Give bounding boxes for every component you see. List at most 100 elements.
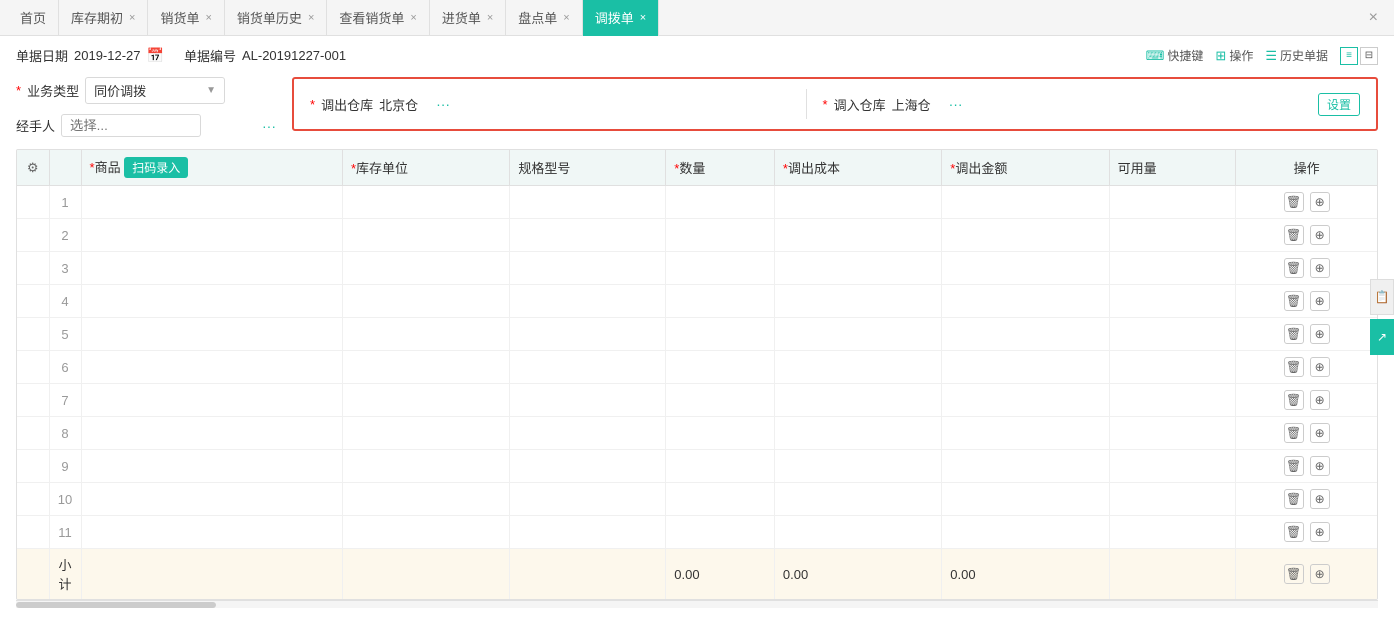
settings-col-header[interactable]: ⚙ bbox=[17, 150, 49, 186]
row-spec[interactable] bbox=[510, 516, 666, 549]
row-qty[interactable] bbox=[666, 285, 775, 318]
row-available[interactable] bbox=[1109, 252, 1236, 285]
delete-row-icon[interactable]: 🗑 bbox=[1284, 192, 1304, 212]
tab-transfer[interactable]: 调拨单 × bbox=[583, 0, 659, 36]
row-available[interactable] bbox=[1109, 516, 1236, 549]
row-cost[interactable] bbox=[774, 252, 941, 285]
copy-row-icon[interactable]: ⊕ bbox=[1310, 258, 1330, 278]
tab-inventory-init-close[interactable]: × bbox=[129, 12, 135, 24]
row-unit[interactable] bbox=[342, 450, 509, 483]
row-product[interactable] bbox=[81, 351, 342, 384]
row-unit[interactable] bbox=[342, 318, 509, 351]
row-product[interactable] bbox=[81, 318, 342, 351]
row-qty[interactable] bbox=[666, 384, 775, 417]
layout-grid-icon[interactable]: ⊟ bbox=[1360, 47, 1378, 65]
row-product[interactable] bbox=[81, 186, 342, 219]
row-available[interactable] bbox=[1109, 219, 1236, 252]
row-amount[interactable] bbox=[942, 285, 1109, 318]
tab-sales-history[interactable]: 销货单历史 × bbox=[225, 0, 327, 36]
subtotal-delete-icon[interactable]: 🗑 bbox=[1284, 564, 1304, 584]
tab-stocktake[interactable]: 盘点单 × bbox=[506, 0, 582, 36]
row-cost[interactable] bbox=[774, 351, 941, 384]
delete-row-icon[interactable]: 🗑 bbox=[1284, 258, 1304, 278]
row-amount[interactable] bbox=[942, 516, 1109, 549]
horizontal-scrollbar[interactable] bbox=[16, 600, 1378, 608]
row-cost[interactable] bbox=[774, 516, 941, 549]
row-unit[interactable] bbox=[342, 186, 509, 219]
row-qty[interactable] bbox=[666, 351, 775, 384]
copy-row-icon[interactable]: ⊕ bbox=[1310, 357, 1330, 377]
tab-sales-history-close[interactable]: × bbox=[308, 12, 314, 24]
row-product[interactable] bbox=[81, 516, 342, 549]
copy-row-icon[interactable]: ⊕ bbox=[1310, 225, 1330, 245]
row-product[interactable] bbox=[81, 219, 342, 252]
row-qty[interactable] bbox=[666, 186, 775, 219]
tab-transfer-close[interactable]: × bbox=[640, 12, 646, 24]
row-unit[interactable] bbox=[342, 351, 509, 384]
row-amount[interactable] bbox=[942, 252, 1109, 285]
tab-home[interactable]: 首页 bbox=[8, 0, 59, 36]
row-qty[interactable] bbox=[666, 252, 775, 285]
row-amount[interactable] bbox=[942, 351, 1109, 384]
copy-row-icon[interactable]: ⊕ bbox=[1310, 291, 1330, 311]
row-product[interactable] bbox=[81, 384, 342, 417]
handler-input[interactable] bbox=[61, 114, 201, 137]
transfer-out-more-icon[interactable]: ··· bbox=[436, 96, 450, 112]
row-available[interactable] bbox=[1109, 384, 1236, 417]
calendar-icon[interactable]: 📅 bbox=[147, 47, 164, 64]
delete-row-icon[interactable]: 🗑 bbox=[1284, 357, 1304, 377]
business-type-select[interactable]: 同价调拨 ▼ bbox=[85, 77, 225, 104]
delete-row-icon[interactable]: 🗑 bbox=[1284, 522, 1304, 542]
row-qty[interactable] bbox=[666, 483, 775, 516]
tab-sales-order[interactable]: 销货单 × bbox=[148, 0, 224, 36]
row-qty[interactable] bbox=[666, 417, 775, 450]
row-amount[interactable] bbox=[942, 483, 1109, 516]
row-amount[interactable] bbox=[942, 219, 1109, 252]
row-amount[interactable] bbox=[942, 318, 1109, 351]
row-unit[interactable] bbox=[342, 285, 509, 318]
row-amount[interactable] bbox=[942, 450, 1109, 483]
row-amount[interactable] bbox=[942, 384, 1109, 417]
tab-stocktake-close[interactable]: × bbox=[563, 12, 569, 24]
window-close-icon[interactable]: × bbox=[1361, 9, 1386, 27]
scroll-thumb[interactable] bbox=[16, 602, 216, 608]
row-cost[interactable] bbox=[774, 186, 941, 219]
shortcuts-btn[interactable]: ⌨ 快捷键 bbox=[1146, 47, 1204, 64]
copy-row-icon[interactable]: ⊕ bbox=[1310, 423, 1330, 443]
transfer-in-more-icon[interactable]: ··· bbox=[949, 96, 963, 112]
delete-row-icon[interactable]: 🗑 bbox=[1284, 225, 1304, 245]
copy-row-icon[interactable]: ⊕ bbox=[1310, 390, 1330, 410]
tab-view-sales[interactable]: 查看销货单 × bbox=[327, 0, 429, 36]
row-cost[interactable] bbox=[774, 417, 941, 450]
copy-row-icon[interactable]: ⊕ bbox=[1310, 324, 1330, 344]
row-qty[interactable] bbox=[666, 318, 775, 351]
tab-purchase-order[interactable]: 进货单 × bbox=[430, 0, 506, 36]
copy-row-icon[interactable]: ⊕ bbox=[1310, 192, 1330, 212]
float-expand-icon[interactable]: ↗ bbox=[1370, 319, 1394, 355]
row-qty[interactable] bbox=[666, 450, 775, 483]
row-product[interactable] bbox=[81, 285, 342, 318]
row-spec[interactable] bbox=[510, 384, 666, 417]
row-unit[interactable] bbox=[342, 483, 509, 516]
row-cost[interactable] bbox=[774, 219, 941, 252]
delete-row-icon[interactable]: 🗑 bbox=[1284, 390, 1304, 410]
tab-inventory-init[interactable]: 库存期初 × bbox=[59, 0, 148, 36]
row-available[interactable] bbox=[1109, 417, 1236, 450]
row-spec[interactable] bbox=[510, 450, 666, 483]
float-notes-icon[interactable]: 📋 bbox=[1370, 279, 1394, 315]
row-unit[interactable] bbox=[342, 384, 509, 417]
scan-button[interactable]: 扫码录入 bbox=[124, 157, 188, 178]
settings-button[interactable]: 设置 bbox=[1318, 93, 1360, 116]
row-cost[interactable] bbox=[774, 384, 941, 417]
row-available[interactable] bbox=[1109, 450, 1236, 483]
row-spec[interactable] bbox=[510, 219, 666, 252]
row-unit[interactable] bbox=[342, 417, 509, 450]
copy-row-icon[interactable]: ⊕ bbox=[1310, 489, 1330, 509]
row-amount[interactable] bbox=[942, 417, 1109, 450]
row-product[interactable] bbox=[81, 252, 342, 285]
row-available[interactable] bbox=[1109, 186, 1236, 219]
row-available[interactable] bbox=[1109, 318, 1236, 351]
row-available[interactable] bbox=[1109, 285, 1236, 318]
handler-more-icon[interactable]: ··· bbox=[262, 118, 276, 134]
row-spec[interactable] bbox=[510, 483, 666, 516]
